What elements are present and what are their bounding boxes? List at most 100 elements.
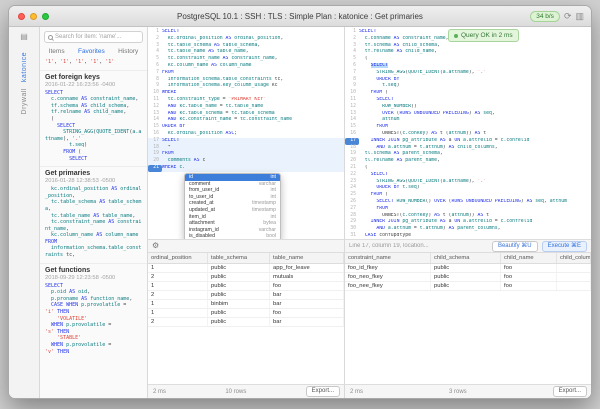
- close-button[interactable]: [18, 13, 25, 20]
- editor-line[interactable]: 19FROM: [148, 151, 344, 158]
- export-button[interactable]: Export...: [553, 386, 587, 397]
- editor-line[interactable]: 20 comments AS c: [148, 158, 344, 165]
- settings-gear-icon[interactable]: ⚙: [152, 242, 159, 250]
- right-editor[interactable]: 1SELECT2 c.conname AS constraint_name,3 …: [345, 27, 591, 239]
- column-header[interactable]: ordinal_position: [148, 253, 208, 263]
- editor-line[interactable]: 15ORDER BY: [148, 124, 344, 131]
- editor-line[interactable]: 9 information_schema.key_column_usage kc: [148, 83, 344, 90]
- editor-line[interactable]: 29 INNER JOIN pg_attribute AS a ON a.att…: [345, 219, 591, 226]
- favorite-entry[interactable]: '1', '1', '1', '1', '1': [40, 58, 147, 70]
- editor-line[interactable]: 13 AND kc.table_schema = tc.table_schema: [148, 111, 344, 118]
- editor-line[interactable]: 21WHERE c.: [148, 165, 344, 172]
- editor-line[interactable]: 18 AND a.attnum = t.attnum) AS child_col…: [345, 145, 591, 152]
- sidebar-toggle-icon[interactable]: ▤: [20, 32, 28, 41]
- editor-line[interactable]: 30 AND a.attnum = t.attnum) AS parent_co…: [345, 226, 591, 233]
- editor-line[interactable]: 14 AND kc.constraint_name = tc.constrain…: [148, 117, 344, 124]
- editor-line[interactable]: 15 FROM: [345, 124, 591, 131]
- editor-line[interactable]: 5 (: [345, 56, 591, 63]
- editor-line[interactable]: 2 kc.ordinal_position AS ordinal_positio…: [148, 36, 344, 43]
- editor-line[interactable]: 25 FROM (: [345, 192, 591, 199]
- editor-line[interactable]: 12 ROW_NUMBER(): [345, 104, 591, 111]
- export-button[interactable]: Export...: [306, 386, 340, 397]
- column-header[interactable]: child_name: [501, 253, 557, 263]
- editor-line[interactable]: 11 tc.constraint_type = 'PRIMARY KEY': [148, 97, 344, 104]
- editor-line[interactable]: 13 OVER (ROWS UNBOUNDED PRECEDING) AS se…: [345, 111, 591, 118]
- tab-items[interactable]: Items: [49, 48, 65, 55]
- refresh-icon[interactable]: ⟳: [564, 12, 572, 21]
- beautify-button[interactable]: Beautify ⌘U: [492, 241, 538, 252]
- editor-line[interactable]: 4 tc.table_name AS table_name,: [148, 49, 344, 56]
- editor-line[interactable]: 12 AND kc.table_name = tc.table_name: [148, 104, 344, 111]
- autocomplete-item[interactable]: created_attimestamp: [185, 200, 280, 207]
- editor-line[interactable]: 3 tc.table_schema AS table_schema,: [148, 43, 344, 50]
- favorite-entry[interactable]: Get functions2018-09-29 12:23:58 -0500SE…: [40, 263, 147, 360]
- column-header[interactable]: constraint_name: [345, 253, 431, 263]
- editor-line[interactable]: 3 tf.schema AS child_schema,: [345, 43, 591, 50]
- editor-line[interactable]: 10WHERE: [148, 90, 344, 97]
- tab-favorites[interactable]: Favorites: [78, 48, 105, 55]
- table-row[interactable]: 1binbimbar: [148, 300, 344, 309]
- editor-line[interactable]: 8 ORDER BY: [345, 77, 591, 84]
- editor-line[interactable]: 14 attnum: [345, 117, 591, 124]
- editor-line[interactable]: 11 SELECT: [345, 97, 591, 104]
- editor-line[interactable]: 19 tl.schema AS parent_schema,: [345, 151, 591, 158]
- table-row[interactable]: 2publicmutuals: [148, 273, 344, 282]
- editor-line[interactable]: 24 ORDER BY t.seq): [345, 185, 591, 192]
- autocomplete-item[interactable]: idint: [185, 174, 280, 181]
- search-input[interactable]: Search for item: 'name'...: [44, 31, 143, 43]
- favorite-entry[interactable]: Get primaries2016-01-28 12:38:53 -0500 k…: [40, 166, 147, 263]
- editor-line[interactable]: 5 tc.constraint_name AS constraint_name,: [148, 56, 344, 63]
- layout-columns-icon[interactable]: ▥: [575, 12, 584, 21]
- autocomplete-item[interactable]: to_user_idint: [185, 194, 280, 201]
- column-header[interactable]: child_schema: [431, 253, 501, 263]
- editor-line[interactable]: 27 FROM: [345, 206, 591, 213]
- autocomplete-item[interactable]: from_user_idint: [185, 187, 280, 194]
- editor-line[interactable]: 21 (: [345, 165, 591, 172]
- column-header[interactable]: table_name: [270, 253, 344, 263]
- table-row[interactable]: 1publicfoo: [148, 309, 344, 318]
- column-header[interactable]: child_columns: [557, 253, 591, 263]
- editor-line[interactable]: 7 STRING_AGG(QUOTE_IDENT(a.attname), '.': [345, 70, 591, 77]
- autocomplete-item[interactable]: attachmentbytea: [185, 220, 280, 227]
- autocomplete-item[interactable]: instagram_idvarchar: [185, 227, 280, 234]
- editor-line[interactable]: 8 information_schema.table_constraints t…: [148, 77, 344, 84]
- zoom-button[interactable]: [42, 13, 49, 20]
- minimize-button[interactable]: [30, 13, 37, 20]
- editor-line[interactable]: 16 kc.ordinal_position ASC;: [148, 131, 344, 138]
- column-header[interactable]: table_schema: [208, 253, 270, 263]
- editor-line[interactable]: 28 UNNEST(c.confkey) AS t (attnum)) AS t: [345, 213, 591, 220]
- tab-history[interactable]: History: [118, 48, 138, 55]
- editor-line[interactable]: 10 FROM (: [345, 90, 591, 97]
- table-row[interactable]: foo_id_fkeypublicfoo: [345, 264, 591, 273]
- editor-line[interactable]: 26 SELECT ROW_NUMBER() OVER (ROWS UNBOUN…: [345, 199, 591, 206]
- table-row[interactable]: foo_neo_fkeypublicfoo: [345, 273, 591, 282]
- editor-line[interactable]: 9 t.seq): [345, 83, 591, 90]
- table-row[interactable]: 1publicfoo: [148, 282, 344, 291]
- title-bar[interactable]: PostgreSQL 10.1 : SSH : TLS : Simple Pla…: [9, 6, 591, 27]
- editor-line[interactable]: 6 SELECT: [345, 63, 591, 70]
- autocomplete-item[interactable]: commentvarchar: [185, 181, 280, 188]
- autocomplete-item[interactable]: is_disabledbool: [185, 233, 280, 239]
- editor-line[interactable]: 20 tl.relname AS parent_name,: [345, 158, 591, 165]
- autocomplete-item[interactable]: item_idint: [185, 214, 280, 221]
- autocomplete-item[interactable]: updated_attimestamp: [185, 207, 280, 214]
- editor-line[interactable]: 31 CASE confupdtype: [345, 233, 591, 239]
- editor-line[interactable]: 17SELECT: [148, 138, 344, 145]
- execute-button[interactable]: Execute ⌘E: [542, 241, 587, 252]
- editor-line[interactable]: 1SELECT: [148, 29, 344, 36]
- editor-line[interactable]: 6 kc.column_name AS column_name: [148, 63, 344, 70]
- table-row[interactable]: 2publicbar: [148, 318, 344, 327]
- editor-line[interactable]: 17 INNER JOIN pg_attribute AS a ON a.att…: [345, 138, 591, 145]
- table-row[interactable]: foo_nee_fkeypublicfoo: [345, 282, 591, 291]
- editor-line[interactable]: 16 UNNEST(c.conkey) AS t (attnum)) AS t: [345, 131, 591, 138]
- editor-line[interactable]: 4 tf.relname AS child_name,: [345, 49, 591, 56]
- editor-line[interactable]: 22 SELECT: [345, 172, 591, 179]
- editor-line[interactable]: 7FROM: [148, 70, 344, 77]
- editor-line[interactable]: 18 *: [148, 145, 344, 152]
- editor-line[interactable]: 23 STRING_AGG(QUOTE_IDENT(a.attname), '.…: [345, 179, 591, 186]
- table-row[interactable]: 1publicapp_for_leave: [148, 264, 344, 273]
- favorite-entry[interactable]: Get foreign keys2016-01-22 16:23:56 -040…: [40, 70, 147, 167]
- table-row[interactable]: 2publicbar: [148, 291, 344, 300]
- workspace-tab-drywall[interactable]: Drywall: [21, 85, 28, 117]
- workspace-tab-katonice[interactable]: katonice: [21, 49, 28, 85]
